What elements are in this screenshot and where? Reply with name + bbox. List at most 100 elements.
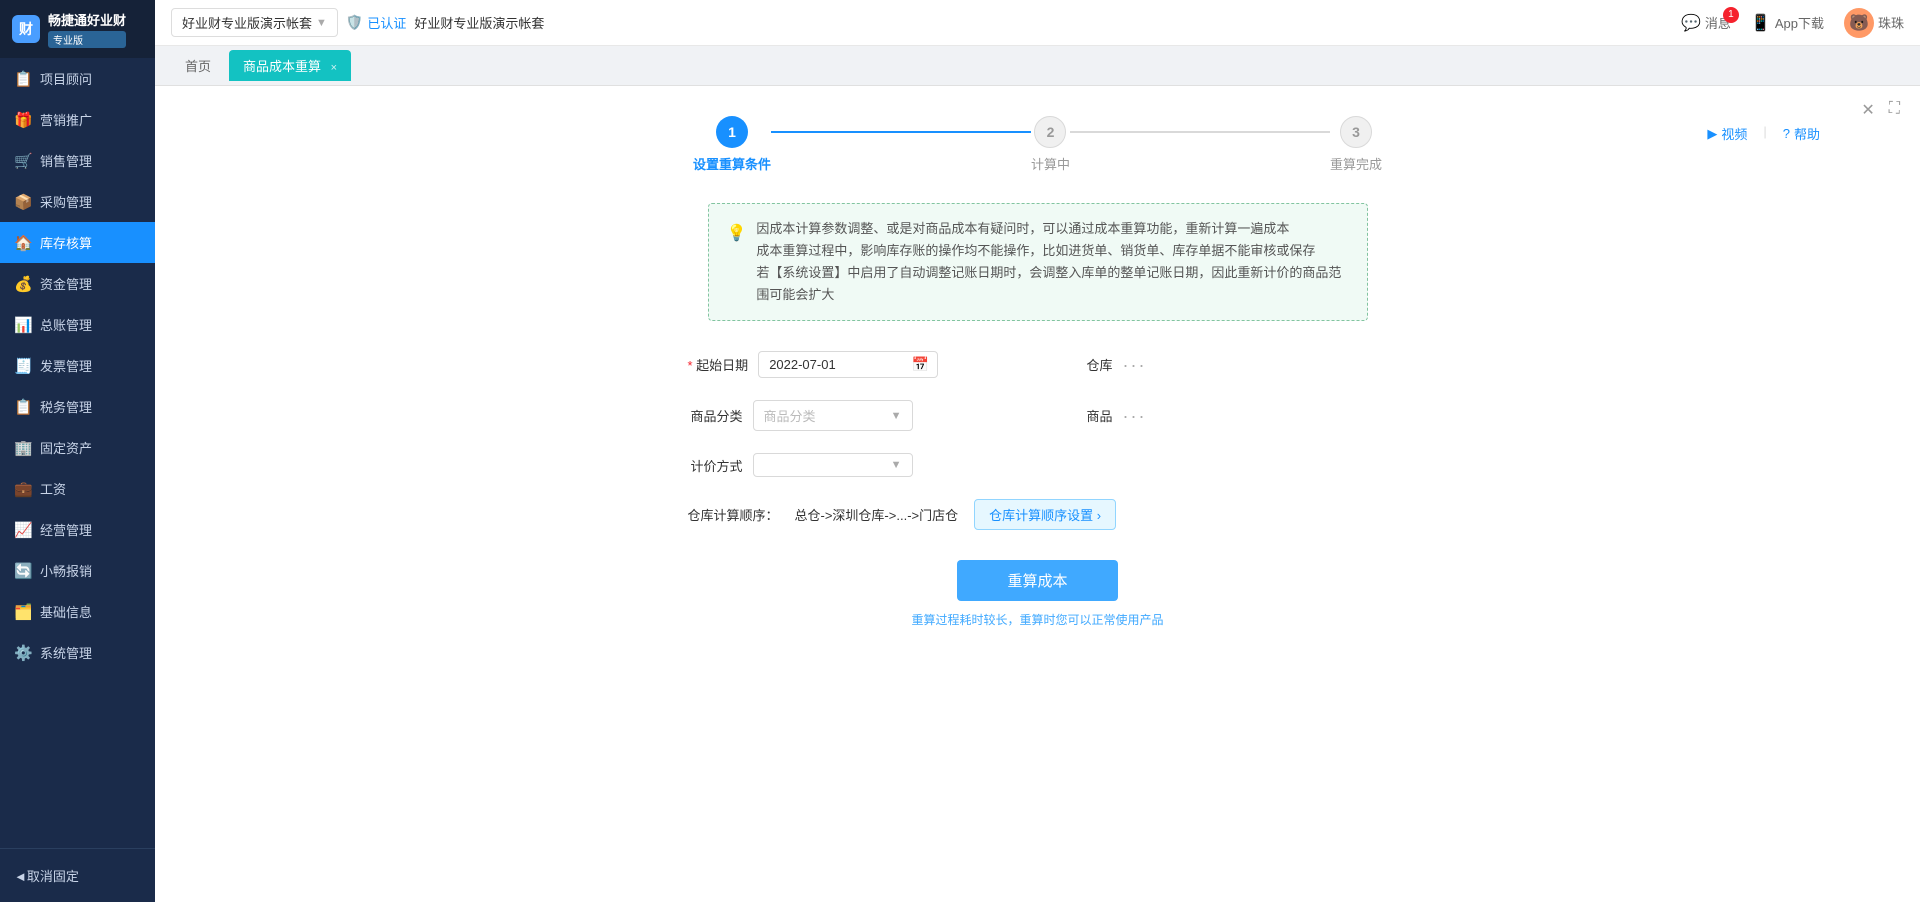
- sidebar-item-label: 项目顾问: [40, 69, 92, 88]
- step-3-num: 3: [1352, 124, 1360, 140]
- submit-hint: 重算过程耗时较长，重算时您可以正常使用产品: [688, 611, 1388, 628]
- calendar-icon[interactable]: 📅: [904, 356, 937, 373]
- step-1-num: 1: [728, 124, 736, 140]
- info-line-3: 若【系统设置】中启用了自动调整记账日期时，会调整入库单的整单记账日期，因此重新计…: [756, 262, 1348, 306]
- app-download-label: App下载: [1775, 13, 1824, 32]
- tab-home-label: 首页: [185, 59, 211, 74]
- message-badge: 1: [1723, 7, 1739, 23]
- step-1-circle: 1: [716, 116, 748, 148]
- info-box: 💡 因成本计算参数调整、或是对商品成本有疑问时，可以通过成本重算功能，重新计算一…: [708, 203, 1368, 321]
- expand-window-icon[interactable]: ⛶: [1889, 100, 1900, 120]
- message-icon: 💬: [1681, 13, 1701, 33]
- sidebar-item-label: 库存核算: [40, 233, 92, 252]
- sidebar-item-system[interactable]: ⚙️ 系统管理: [0, 632, 155, 673]
- account-selector[interactable]: 好业财专业版演示帐套 ▼: [171, 8, 338, 37]
- price-method-label: 计价方式: [688, 456, 743, 475]
- accounting-icon: 📊: [14, 316, 32, 334]
- sidebar-item-ops[interactable]: 📈 经营管理: [0, 509, 155, 550]
- start-date-input-wrapper[interactable]: 📅: [758, 351, 938, 378]
- step-line-1: [771, 131, 1031, 133]
- form-group-warehouse: 仓库 ···: [1058, 355, 1388, 374]
- purchase-icon: 📦: [14, 193, 32, 211]
- step-1-label: 设置重算条件: [693, 154, 771, 173]
- tab-cost-recalc-label: 商品成本重算: [243, 59, 321, 74]
- warehouse-select-btn[interactable]: ···: [1123, 356, 1147, 374]
- sidebar-bottom: ◄取消固定: [0, 848, 155, 902]
- content: ✕ ⛶ 1 设置重算条件 2 计算中 3: [155, 86, 1920, 902]
- recalculate-button[interactable]: 重算成本: [957, 560, 1117, 601]
- marketing-icon: 🎁: [14, 111, 32, 129]
- sidebar-item-purchase[interactable]: 📦 采购管理: [0, 181, 155, 222]
- sidebar-item-invoice[interactable]: 🧾 发票管理: [0, 345, 155, 386]
- video-help[interactable]: ▶ 视频: [1707, 124, 1747, 143]
- form-section: 起始日期 📅 仓库 ··· 商品分类 商品分类 ▼: [688, 351, 1388, 628]
- tab-close-icon[interactable]: ×: [331, 62, 337, 74]
- warehouse-order-label: 仓库计算顺序：: [688, 505, 779, 524]
- topbar-account-title: 好业财专业版演示帐套: [414, 13, 544, 32]
- project-icon: 📋: [14, 70, 32, 88]
- app-download-action[interactable]: 📱 App下载: [1751, 13, 1824, 33]
- logo-badge: 专业版: [48, 31, 126, 48]
- goods-select-btn[interactable]: ···: [1123, 407, 1147, 425]
- sidebar-item-label: 营销推广: [40, 110, 92, 129]
- info-icon: 💡: [727, 220, 747, 306]
- shield-icon: 🛡️: [346, 14, 363, 31]
- help-link[interactable]: ? 帮助: [1783, 124, 1820, 143]
- ops-icon: 📈: [14, 521, 32, 539]
- form-group-price-method: 计价方式 ▼: [688, 453, 1388, 477]
- form-group-category: 商品分类 商品分类 ▼: [688, 400, 1018, 431]
- avatar: 🐻: [1844, 8, 1874, 38]
- tab-home[interactable]: 首页: [171, 50, 225, 81]
- message-action[interactable]: 💬 消息 1: [1681, 13, 1731, 33]
- recalculate-label: 重算成本: [1007, 573, 1067, 590]
- warehouse-order-btn-label: 仓库计算顺序设置 ›: [989, 505, 1101, 524]
- step-line-2: [1070, 131, 1330, 133]
- video-label: 视频: [1721, 124, 1747, 143]
- sidebar-item-marketing[interactable]: 🎁 营销推广: [0, 99, 155, 140]
- sidebar-item-project[interactable]: 📋 项目顾问: [0, 58, 155, 99]
- sidebar-item-label: 资金管理: [40, 274, 92, 293]
- logo-text: 畅捷通好业财 专业版: [48, 10, 126, 48]
- sidebar-item-sales[interactable]: 🛒 销售管理: [0, 140, 155, 181]
- tab-cost-recalc[interactable]: 商品成本重算 ×: [229, 50, 351, 81]
- info-line-1: 因成本计算参数调整、或是对商品成本有疑问时，可以通过成本重算功能，重新计算一遍成…: [756, 218, 1348, 240]
- unpin-button[interactable]: ◄取消固定: [0, 857, 155, 894]
- sidebar-item-inventory[interactable]: 🏠 库存核算: [0, 222, 155, 263]
- step-3-circle: 3: [1340, 116, 1372, 148]
- sidebar-item-label: 固定资产: [40, 438, 92, 457]
- start-date-input[interactable]: [759, 352, 904, 377]
- stepper: 1 设置重算条件 2 计算中 3 重算完成 ▶ 视: [195, 116, 1880, 173]
- sidebar-item-expense[interactable]: 🔄 小畅报销: [0, 550, 155, 591]
- price-method-select[interactable]: ▼: [753, 453, 913, 477]
- sidebar-item-accounting[interactable]: 📊 总账管理: [0, 304, 155, 345]
- phone-icon: 📱: [1751, 13, 1771, 33]
- account-name: 好业财专业版演示帐套: [182, 13, 312, 32]
- salary-icon: 💼: [14, 480, 32, 498]
- sidebar-item-label: 基础信息: [40, 602, 92, 621]
- form-group-date: 起始日期 📅: [688, 351, 1018, 378]
- topbar-actions: 💬 消息 1 📱 App下载 🐻 珠珠: [1681, 8, 1904, 38]
- sidebar-item-label: 总账管理: [40, 315, 92, 334]
- basic-icon: 🗂️: [14, 603, 32, 621]
- user-action[interactable]: 🐻 珠珠: [1844, 8, 1904, 38]
- sidebar-item-salary[interactable]: 💼 工资: [0, 468, 155, 509]
- category-placeholder: 商品分类: [764, 406, 816, 425]
- expense-icon: 🔄: [14, 562, 32, 580]
- form-row-1: 起始日期 📅 仓库 ···: [688, 351, 1388, 378]
- sidebar-item-tax[interactable]: 📋 税务管理: [0, 386, 155, 427]
- warehouse-order-settings-button[interactable]: 仓库计算顺序设置 ›: [974, 499, 1116, 530]
- finance-icon: 💰: [14, 275, 32, 293]
- verified-label: 已认证: [367, 13, 406, 32]
- category-select[interactable]: 商品分类 ▼: [753, 400, 913, 431]
- sidebar-item-basic[interactable]: 🗂️ 基础信息: [0, 591, 155, 632]
- start-date-label: 起始日期: [688, 355, 749, 374]
- help-label: 帮助: [1794, 124, 1820, 143]
- account-dropdown-icon: ▼: [316, 17, 327, 29]
- user-name: 珠珠: [1878, 13, 1904, 32]
- sidebar-item-finance[interactable]: 💰 资金管理: [0, 263, 155, 304]
- invoice-icon: 🧾: [14, 357, 32, 375]
- sidebar-item-label: 经营管理: [40, 520, 92, 539]
- sidebar-item-assets[interactable]: 🏢 固定资产: [0, 427, 155, 468]
- warehouse-label: 仓库: [1058, 355, 1113, 374]
- step-help: ▶ 视频 | ? 帮助: [1707, 124, 1820, 143]
